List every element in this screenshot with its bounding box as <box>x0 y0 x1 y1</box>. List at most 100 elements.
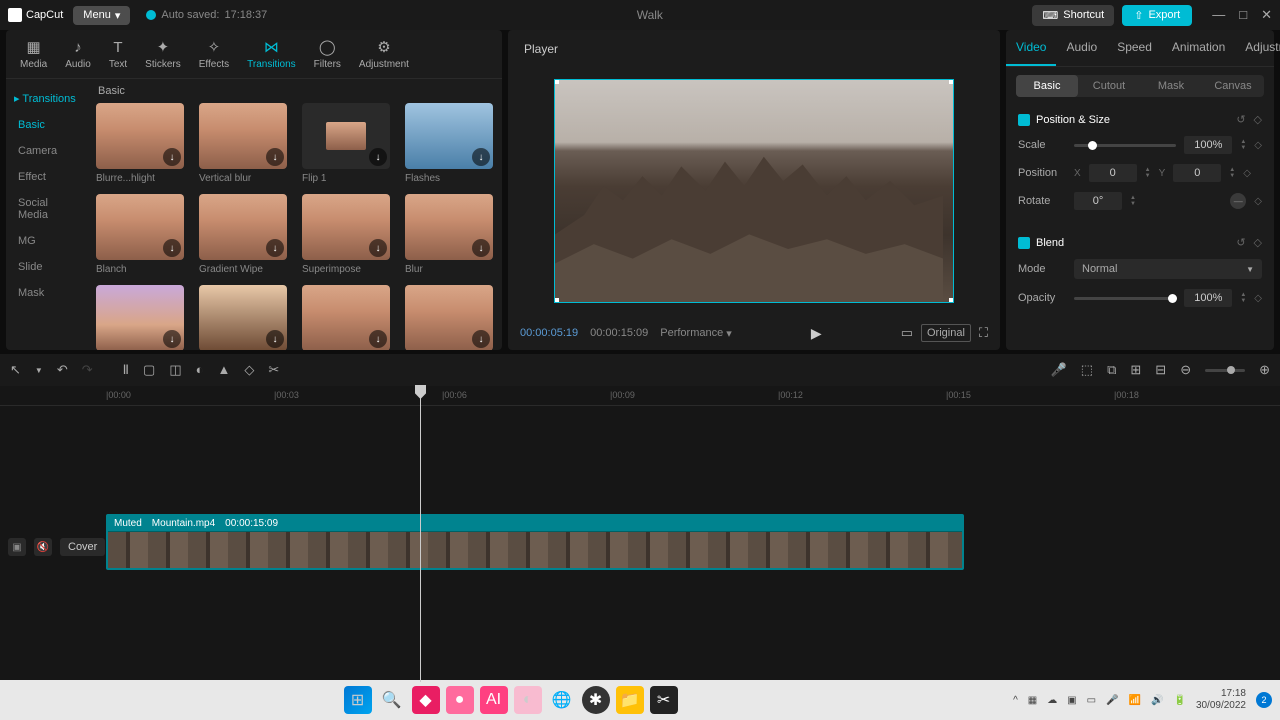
tool-tab-effects[interactable]: ✧Effects <box>191 34 237 74</box>
tool-tab-filters[interactable]: ◯Filters <box>306 34 349 74</box>
fullscreen-icon[interactable]: ⛶ <box>979 325 988 341</box>
ratio-icon[interactable]: ▭ <box>901 325 913 341</box>
inspector-tab-speed[interactable]: Speed <box>1107 30 1162 66</box>
transition-thumb[interactable]: ↓Blurre...hlight <box>96 103 189 184</box>
tool-tab-media[interactable]: ▦Media <box>12 34 55 74</box>
position-size-checkbox[interactable] <box>1018 114 1030 126</box>
rotate-tool[interactable]: ◇ <box>244 362 254 378</box>
minimize-button[interactable]: — <box>1212 7 1225 23</box>
category-effect[interactable]: Effect <box>6 164 92 190</box>
resize-handle-tl[interactable] <box>554 79 559 84</box>
download-icon[interactable]: ↓ <box>369 330 387 348</box>
inspector-subtab-mask[interactable]: Mask <box>1140 75 1202 97</box>
download-icon[interactable]: ↓ <box>163 330 181 348</box>
download-icon[interactable]: ↓ <box>369 148 387 166</box>
timeline[interactable]: |00:00|00:03|00:06|00:09|00:12|00:15|00:… <box>0 386 1280 682</box>
taskbar-app-4[interactable]: ◐ <box>514 686 542 714</box>
zoom-out-button[interactable]: ⊖ <box>1180 362 1191 378</box>
reset-icon[interactable]: ↺ <box>1236 236 1245 249</box>
download-icon[interactable]: ↓ <box>472 239 490 257</box>
maximize-button[interactable]: □ <box>1239 7 1247 23</box>
edge-browser[interactable]: 🌐 <box>548 686 576 714</box>
redo-button[interactable]: ↷ <box>82 362 93 378</box>
transition-thumb[interactable]: ↓Superimpose <box>302 194 395 275</box>
download-icon[interactable]: ↓ <box>266 148 284 166</box>
inspector-subtab-basic[interactable]: Basic <box>1016 75 1078 97</box>
performance-menu[interactable]: Performance▾ <box>660 327 732 340</box>
scale-keyframe[interactable]: ◇ <box>1254 140 1262 151</box>
preview-tool[interactable]: ⊞ <box>1130 362 1141 378</box>
zoom-slider[interactable] <box>1205 369 1245 372</box>
download-icon[interactable]: ↓ <box>266 239 284 257</box>
taskbar-date[interactable]: 30/09/2022 <box>1196 700 1246 712</box>
menu-button[interactable]: Menu ▾ <box>73 6 130 25</box>
category-mask[interactable]: Mask <box>6 280 92 306</box>
opacity-keyframe[interactable]: ◇ <box>1254 293 1262 304</box>
notifications-button[interactable]: 2 <box>1256 692 1272 708</box>
tray-icon-1[interactable]: ▦ <box>1028 695 1037 706</box>
file-explorer[interactable]: 📁 <box>616 686 644 714</box>
pos-y-spinner[interactable]: ▲▼ <box>1229 168 1235 179</box>
scale-input[interactable] <box>1184 136 1232 154</box>
zoom-in-button[interactable]: ⊕ <box>1259 362 1270 378</box>
tray-icon-2[interactable]: ▣ <box>1067 695 1076 706</box>
scale-spinner[interactable]: ▲▼ <box>1240 140 1246 151</box>
start-button[interactable]: ⊞ <box>344 686 372 714</box>
taskbar-app-5[interactable]: ✱ <box>582 686 610 714</box>
inspector-subtab-canvas[interactable]: Canvas <box>1202 75 1264 97</box>
flip-h-button[interactable]: — <box>1230 193 1246 209</box>
category-mg[interactable]: MG <box>6 228 92 254</box>
blend-checkbox[interactable] <box>1018 237 1030 249</box>
resize-handle-tr[interactable] <box>949 79 954 84</box>
rotate-input[interactable] <box>1074 192 1122 210</box>
download-icon[interactable]: ↓ <box>472 330 490 348</box>
transition-thumb[interactable]: ↓Blur <box>405 194 498 275</box>
blend-mode-select[interactable]: Normal ▼ <box>1074 259 1262 279</box>
export-button[interactable]: ⇧ Export <box>1122 5 1192 26</box>
tool-tab-stickers[interactable]: ✦Stickers <box>137 34 189 74</box>
download-icon[interactable]: ↓ <box>163 148 181 166</box>
transition-thumb[interactable]: ↓ <box>302 285 395 350</box>
magnet-tool[interactable]: ⬚ <box>1081 362 1093 378</box>
taskbar-app-1[interactable]: ◆ <box>412 686 440 714</box>
taskbar-app-2[interactable]: ● <box>446 686 474 714</box>
track-toggle-button[interactable]: ▣ <box>8 538 26 556</box>
opacity-spinner[interactable]: ▲▼ <box>1240 293 1246 304</box>
taskbar-time[interactable]: 17:18 <box>1196 688 1246 700</box>
tray-chevron-icon[interactable]: ^ <box>1013 695 1018 706</box>
crop-tool[interactable]: ✂ <box>268 362 279 378</box>
transition-thumb[interactable]: ↓ <box>405 285 498 350</box>
download-icon[interactable]: ↓ <box>163 239 181 257</box>
rotate-keyframe[interactable]: ◇ <box>1254 196 1262 207</box>
download-icon[interactable]: ↓ <box>266 330 284 348</box>
tool-tab-audio[interactable]: ♪Audio <box>57 34 99 74</box>
close-button[interactable]: ✕ <box>1261 7 1272 23</box>
track-mute-button[interactable]: 🔇 <box>34 538 52 556</box>
tray-mic-icon[interactable]: 🎤 <box>1106 695 1118 706</box>
record-button[interactable]: 🎤 <box>1051 362 1067 378</box>
tray-wifi-icon[interactable]: 📶 <box>1129 695 1141 706</box>
tool-tab-adjustment[interactable]: ⚙Adjustment <box>351 34 417 74</box>
category-head[interactable]: ▸ Transitions <box>6 85 92 112</box>
opacity-slider[interactable] <box>1074 297 1176 300</box>
shortcut-button[interactable]: ⌨ Shortcut <box>1032 5 1114 26</box>
transition-thumb[interactable]: ↓Flip 1 <box>302 103 395 184</box>
tray-battery-icon[interactable]: 🔋 <box>1173 695 1185 706</box>
tray-volume-icon[interactable]: 🔊 <box>1151 695 1163 706</box>
taskbar-app-3[interactable]: AI <box>480 686 508 714</box>
select-mode-dropdown[interactable]: ▼ <box>35 366 43 375</box>
tray-lang-icon[interactable]: ▭ <box>1087 695 1096 706</box>
category-camera[interactable]: Camera <box>6 138 92 164</box>
delete-tool[interactable]: ▢ <box>143 362 155 378</box>
transition-thumb[interactable]: ↓ <box>96 285 189 350</box>
search-button[interactable]: 🔍 <box>378 686 406 714</box>
opacity-input[interactable] <box>1184 289 1232 307</box>
player-viewport[interactable] <box>554 79 954 303</box>
crop-left-tool[interactable]: ◫ <box>169 362 181 378</box>
scale-slider[interactable] <box>1074 144 1176 147</box>
category-slide[interactable]: Slide <box>6 254 92 280</box>
transition-thumb[interactable]: ↓Vertical blur <box>199 103 292 184</box>
cover-button[interactable]: Cover <box>60 538 105 556</box>
position-y-input[interactable] <box>1173 164 1221 182</box>
transition-thumb[interactable]: ↓Flashes <box>405 103 498 184</box>
